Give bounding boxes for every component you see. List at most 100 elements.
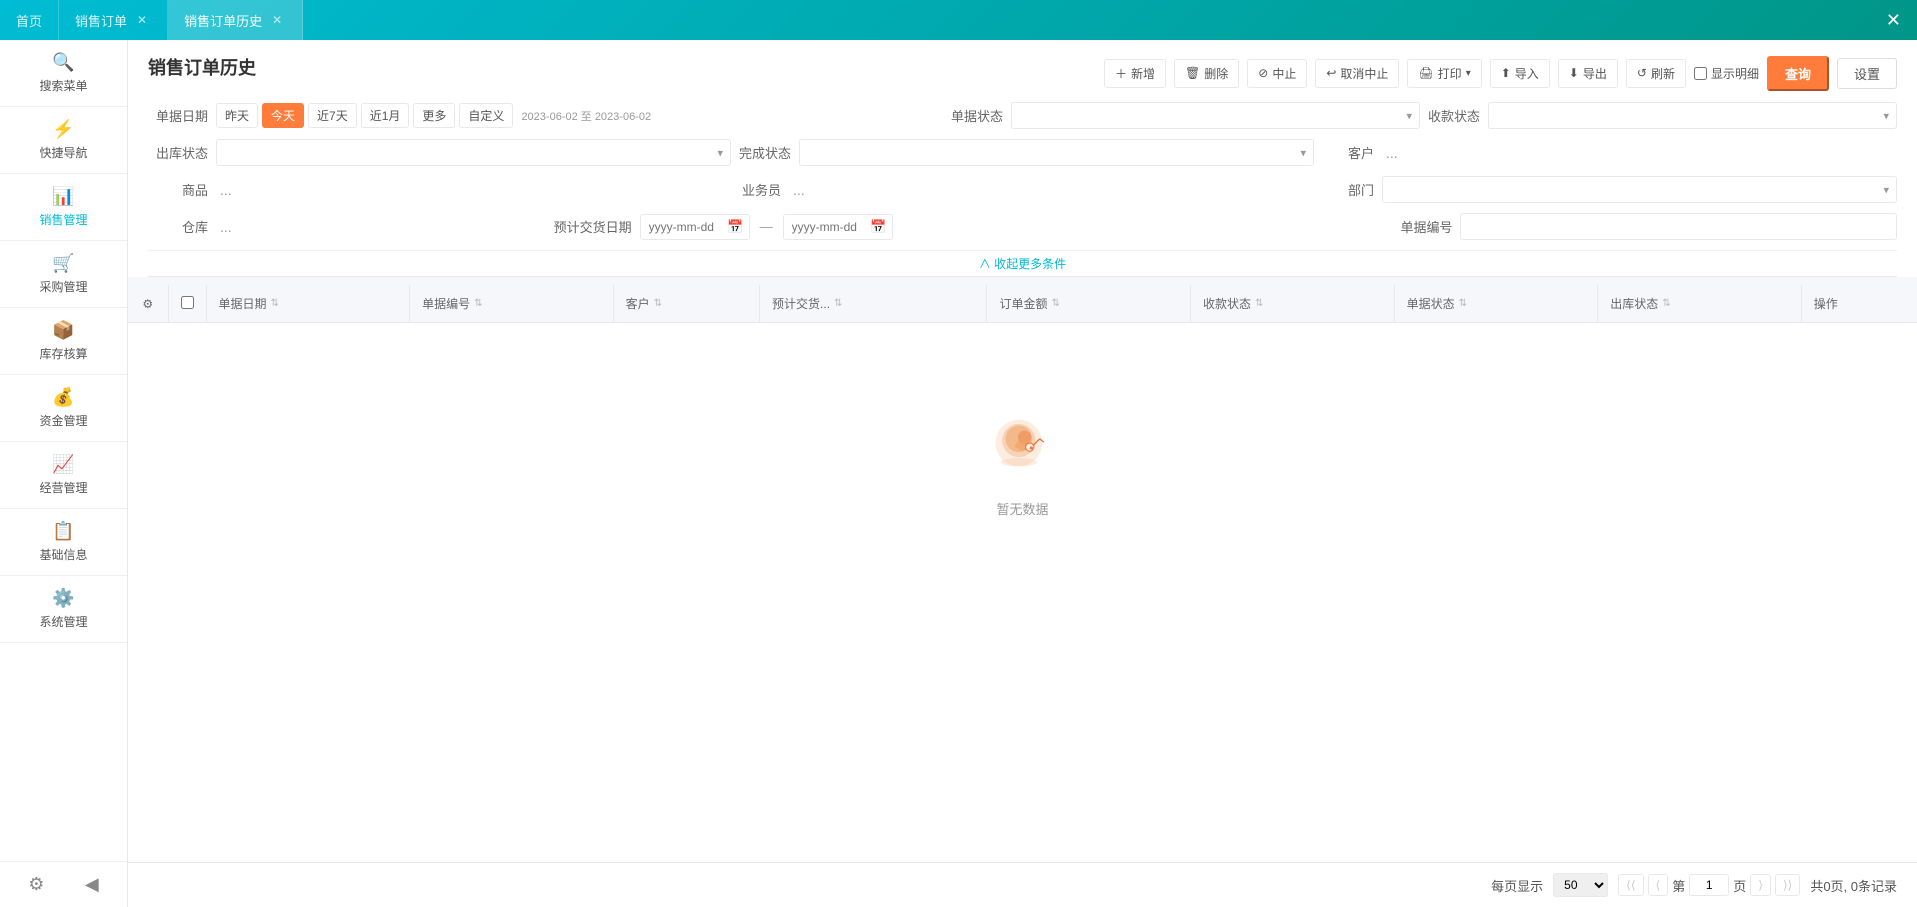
sort-icon-doc-date: ⇅ — [271, 298, 279, 309]
th-doc-number-sort[interactable]: 单据编号 ⇅ — [422, 295, 601, 312]
new-icon: ＋ — [1115, 65, 1127, 82]
prev-page-btn[interactable]: ⟨ — [1648, 874, 1669, 896]
page-title: 销售订单历史 — [148, 54, 256, 80]
table-footer: 每页显示 50 10 20 100 ⟨⟨ ⟨ 第 页 ⟩ ⟩⟩ 共0页, 0条记… — [128, 862, 1917, 907]
doc-status-select[interactable] — [1011, 102, 1420, 129]
settings-col-icon[interactable]: ⚙ — [142, 297, 153, 311]
sort-icon-delivery: ⇅ — [834, 298, 842, 309]
th-delivery-sort[interactable]: 预计交货... ⇅ — [772, 295, 974, 312]
sidebar-item-search-menu[interactable]: 🔍 搜索菜单 — [0, 40, 127, 107]
tab-home-label: 首页 — [16, 11, 42, 30]
date-last7-btn[interactable]: 近7天 — [308, 103, 357, 128]
finance-icon: 💰 — [52, 387, 74, 408]
import-button[interactable]: ⬆ 导入 — [1490, 59, 1550, 88]
per-page-label: 每页显示 — [1491, 876, 1543, 895]
complete-status-select[interactable] — [799, 139, 1314, 166]
stop-button[interactable]: ⊘ 中止 — [1247, 59, 1307, 88]
sidebar-item-purchase[interactable]: 🛒 采购管理 — [0, 241, 127, 308]
collapse-bar[interactable]: ∧ 收起更多条件 — [148, 250, 1897, 276]
tab-home[interactable]: 首页 — [0, 0, 59, 40]
warehouse-label: 仓库 — [148, 217, 208, 236]
sidebar-item-quick-nav[interactable]: ⚡ 快捷导航 — [0, 107, 127, 174]
operations-icon: 📈 — [52, 454, 74, 475]
receipt-status-select[interactable] — [1488, 102, 1897, 129]
sidebar-collapse-btn[interactable]: ◀ — [85, 874, 99, 895]
sidebar-settings-btn[interactable]: ⚙ — [28, 874, 44, 895]
sidebar-item-basic[interactable]: 📋 基础信息 — [0, 509, 127, 576]
query-button[interactable]: 查询 — [1767, 56, 1829, 91]
doc-number-input[interactable] — [1460, 213, 1897, 240]
sort-icon-doc-number: ⇅ — [474, 298, 482, 309]
sidebar-item-purchase-label: 采购管理 — [39, 278, 87, 295]
complete-status-filter: 完成状态 — [731, 139, 1314, 166]
tab-sales-order-close[interactable]: ✕ — [133, 11, 151, 29]
print-button[interactable]: 🖨 打印 ▾ — [1407, 59, 1481, 88]
display-detail-checkbox[interactable] — [1694, 67, 1707, 80]
date-yesterday-btn[interactable]: 昨天 — [216, 103, 258, 128]
export-label: 导出 — [1583, 65, 1607, 82]
display-detail-option[interactable]: 显示明细 — [1694, 65, 1759, 82]
first-page-btn[interactable]: ⟨⟨ — [1618, 874, 1643, 896]
th-out-status-sort[interactable]: 出库状态 ⇅ — [1610, 295, 1789, 312]
new-label: 新增 — [1131, 65, 1155, 82]
delivery-date-control: 📅 — 📅 — [640, 214, 1393, 240]
sidebar-item-sales[interactable]: 📊 销售管理 — [0, 174, 127, 241]
calendar-end-icon: 📅 — [870, 219, 886, 235]
stop-icon: ⊘ — [1258, 66, 1268, 80]
th-customer-sort[interactable]: 客户 ⇅ — [626, 295, 747, 312]
out-status-select[interactable] — [216, 139, 731, 166]
sidebar-item-operations[interactable]: 📈 经营管理 — [0, 442, 127, 509]
page-number-input[interactable] — [1689, 874, 1729, 896]
table-header-row: ⚙ 单据日期 ⇅ — [128, 285, 1917, 323]
tab-sales-history-close[interactable]: ✕ — [268, 11, 286, 29]
export-button[interactable]: ⬇ 导出 — [1558, 59, 1618, 88]
doc-number-control — [1460, 213, 1897, 240]
stop-label: 中止 — [1272, 65, 1296, 82]
th-action: 操作 — [1801, 285, 1917, 323]
window-close-btn[interactable]: ✕ — [1886, 10, 1901, 31]
th-receipt-sort[interactable]: 收款状态 ⇅ — [1203, 295, 1382, 312]
date-quick-btns: 昨天 今天 近7天 近1月 更多 自定义 — [216, 103, 513, 128]
th-amount-sort[interactable]: 订单金额 ⇅ — [999, 295, 1178, 312]
refresh-button[interactable]: ↺ 刷新 — [1626, 59, 1686, 88]
th-doc-status-sort[interactable]: 单据状态 ⇅ — [1407, 295, 1586, 312]
th-doc-date-sort[interactable]: 单据日期 ⇅ — [219, 295, 398, 312]
tab-sales-order[interactable]: 销售订单 ✕ — [59, 0, 168, 40]
filter-row-1: 单据日期 昨天 今天 近7天 近1月 更多 自定义 2023-06-02 至 2… — [148, 102, 1897, 129]
dept-select[interactable] — [1382, 176, 1897, 203]
dept-control — [1382, 176, 1897, 203]
date-today-btn[interactable]: 今天 — [262, 103, 304, 128]
date-more-btn[interactable]: 更多 — [413, 103, 455, 128]
next-page-btn[interactable]: ⟩ — [1750, 874, 1771, 896]
sidebar-item-system[interactable]: ⚙️ 系统管理 — [0, 576, 127, 643]
customer-ellipsis-btn[interactable]: ... — [1382, 145, 1402, 161]
delivery-date-filter: 预计交货日期 📅 — 📅 — [552, 214, 1393, 240]
per-page-select[interactable]: 50 10 20 100 — [1553, 873, 1608, 897]
select-all-checkbox[interactable] — [181, 296, 194, 309]
sort-icon-amount: ⇅ — [1051, 298, 1059, 309]
settings-button[interactable]: 设置 — [1837, 58, 1897, 89]
sidebar-item-search-label: 搜索菜单 — [39, 77, 87, 94]
total-records-text: 共0页, 0条记录 — [1810, 876, 1897, 895]
salesperson-ellipsis-btn[interactable]: ... — [789, 182, 809, 198]
sidebar-item-inventory-label: 库存核算 — [39, 345, 87, 362]
last-page-btn[interactable]: ⟩⟩ — [1775, 874, 1800, 896]
warehouse-control: ... — [216, 219, 552, 235]
delete-button[interactable]: 🗑 删除 — [1174, 59, 1239, 88]
date-last1m-btn[interactable]: 近1月 — [361, 103, 410, 128]
new-button[interactable]: ＋ 新增 — [1104, 59, 1166, 88]
salesperson-filter: 业务员 ... — [731, 180, 1314, 199]
warehouse-ellipsis-btn[interactable]: ... — [216, 219, 236, 235]
th-settings: ⚙ — [128, 285, 168, 323]
tab-sales-history[interactable]: 销售订单历史 ✕ — [168, 0, 303, 40]
th-doc-status: 单据状态 ⇅ — [1394, 285, 1598, 323]
date-custom-btn[interactable]: 自定义 — [459, 103, 513, 128]
filter-row-4: 仓库 ... 预计交货日期 📅 — — [148, 213, 1897, 240]
goods-ellipsis-btn[interactable]: ... — [216, 182, 236, 198]
cancel-stop-button[interactable]: ↩ 取消中止 — [1315, 59, 1399, 88]
tab-sales-order-label: 销售订单 — [75, 11, 127, 30]
sidebar-item-finance[interactable]: 💰 资金管理 — [0, 375, 127, 442]
th-doc-date: 单据日期 ⇅ — [206, 285, 410, 323]
th-receipt-status: 收款状态 ⇅ — [1191, 285, 1395, 323]
sidebar-item-inventory[interactable]: 📦 库存核算 — [0, 308, 127, 375]
